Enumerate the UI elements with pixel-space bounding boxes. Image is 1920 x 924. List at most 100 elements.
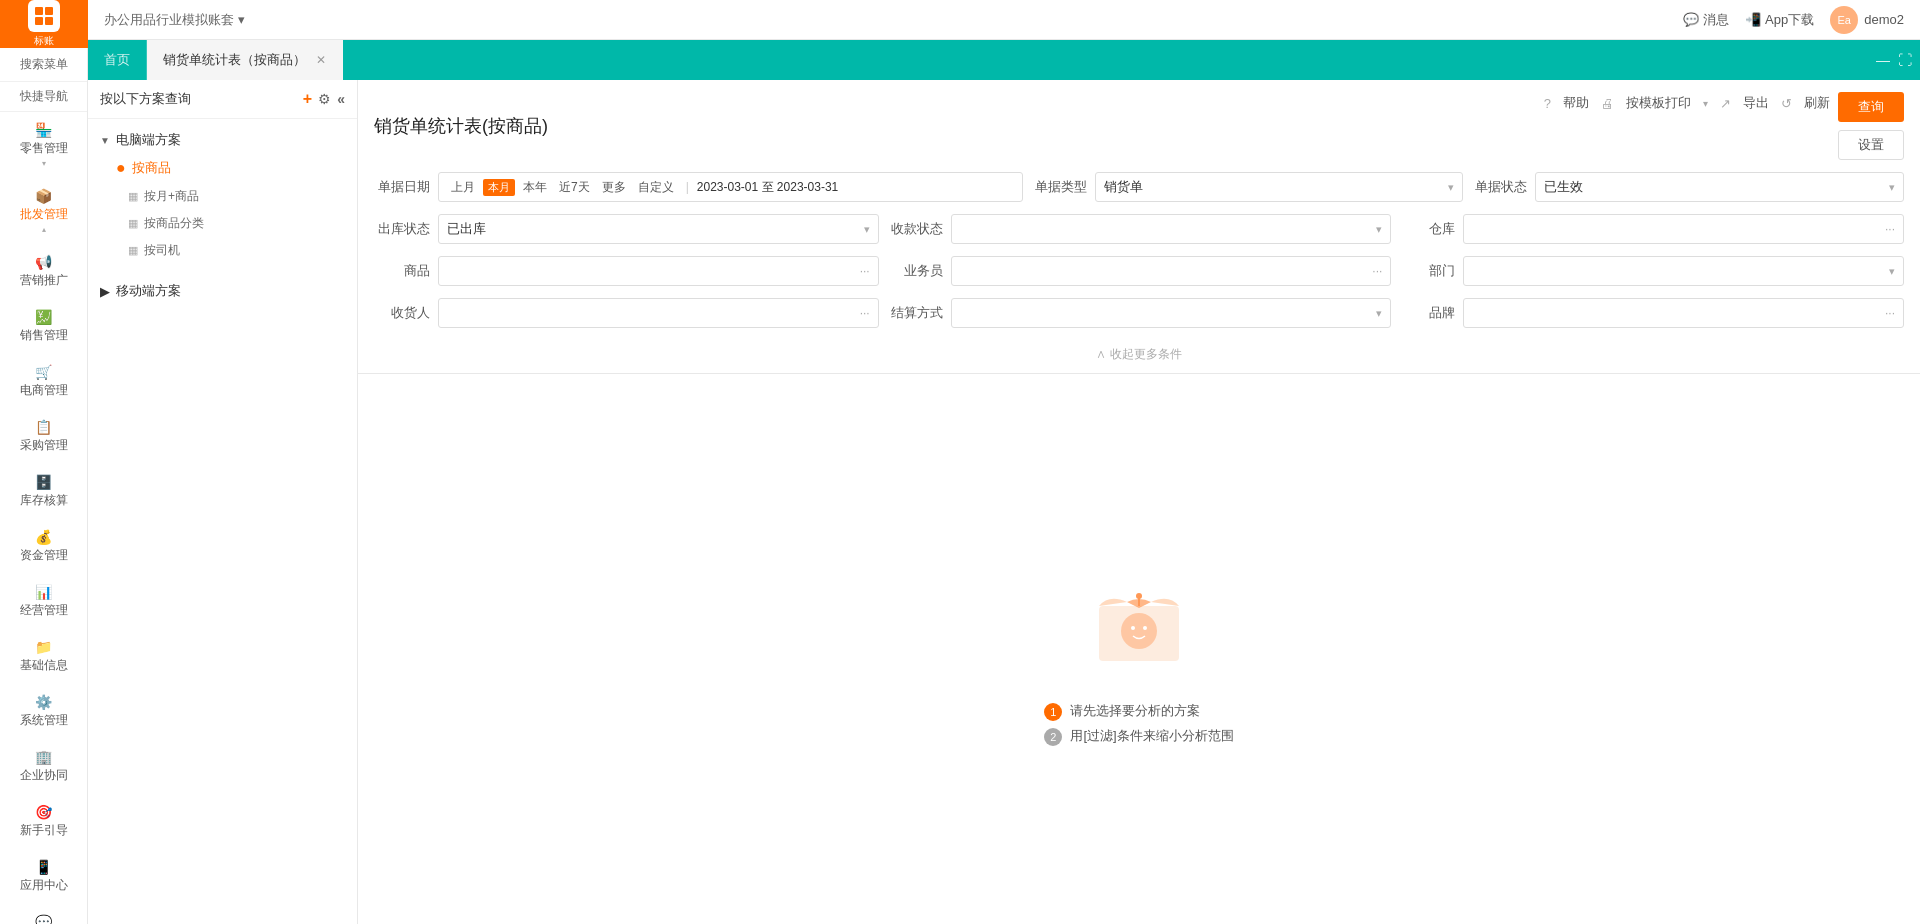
scanner-icon: ▦ <box>128 244 138 257</box>
brand-label: 品牌 <box>1399 304 1455 322</box>
collapse-panel-btn[interactable]: « <box>337 91 345 107</box>
sidebar-item-purchase[interactable]: 📋 采购管理 <box>0 409 87 464</box>
page-title: 销货单统计表(按商品) <box>374 114 548 138</box>
month-product-icon: ▦ <box>128 190 138 203</box>
add-scheme-btn[interactable]: + <box>303 90 312 108</box>
filter-row-4: 收货人 ··· 结算方式 ▾ 品牌 <box>374 298 1904 328</box>
main-area: 办公用品行业模拟账套 ▾ 💬 消息 📲 App下载 Ea demo2 首页 销货… <box>88 0 1920 924</box>
sidebar-item-marketing[interactable]: 📢 营销推广 <box>0 244 87 299</box>
user-profile[interactable]: Ea demo2 <box>1830 6 1904 34</box>
sidebar-item-retail[interactable]: 🏪 零售管理 ▾ <box>0 112 87 178</box>
sidebar-operations-label: 经营管理 <box>20 602 68 619</box>
sidebar-item-finance[interactable]: 💰 资金管理 <box>0 519 87 574</box>
sidebar-item-appcenter[interactable]: 📱 应用中心 <box>0 849 87 904</box>
date-this-month[interactable]: 本月 <box>483 179 515 196</box>
page-header: 销货单统计表(按商品) ? 帮助 🖨 按模板打印 ▾ <box>358 80 1920 374</box>
docstatus-label: 单据状态 <box>1471 178 1527 196</box>
sidebar-item-newbie[interactable]: 🎯 新手引导 <box>0 794 87 849</box>
export-btn-wrap[interactable]: ↗ 导出 <box>1720 94 1769 112</box>
industry-selector[interactable]: 办公用品行业模拟账套 ▾ <box>104 11 245 29</box>
scheme-by-category[interactable]: ▦ 按商品分类 <box>88 210 357 237</box>
app-logo[interactable]: 标账 <box>0 0 88 48</box>
delivery-input[interactable]: 已出库 ▾ <box>438 214 879 244</box>
brand-input[interactable]: ··· <box>1463 298 1904 328</box>
sidebar-search-item[interactable]: 搜索菜单 <box>0 48 87 82</box>
empty-hint-2: 2 用[过滤]条件来缩小分析范围 <box>1044 727 1233 746</box>
message-label: 消息 <box>1703 11 1729 29</box>
delivery-value: 已出库 <box>447 220 486 238</box>
search-menu-label: 搜索菜单 <box>20 57 68 71</box>
payment-input[interactable]: ▾ <box>951 214 1392 244</box>
by-product-label: 按商品 <box>132 159 171 177</box>
message-btn[interactable]: 💬 消息 <box>1683 11 1729 29</box>
sidebar-item-basic[interactable]: 📁 基础信息 <box>0 629 87 684</box>
mobile-group-header[interactable]: ▶ 移动端方案 <box>88 276 357 304</box>
date-label: 单据日期 <box>374 178 430 196</box>
sidebar-item-wechat[interactable]: 💬 企业微信 <box>0 904 87 924</box>
empty-state: 1 请先选择要分析的方案 2 用[过滤]条件来缩小分析范围 <box>358 374 1920 924</box>
settlement-label: 结算方式 <box>887 304 943 322</box>
docstatus-filter-field: 单据状态 已生效 ▾ <box>1471 172 1904 202</box>
user-name: demo2 <box>1864 12 1904 27</box>
edit-scheme-btn[interactable]: ⚙ <box>318 91 331 107</box>
salesperson-dots-icon: ··· <box>1372 264 1382 278</box>
docstatus-arrow-icon: ▾ <box>1889 181 1895 194</box>
dept-arrow-icon: ▾ <box>1889 265 1895 278</box>
top-bar-left: 办公用品行业模拟账套 ▾ <box>104 11 245 29</box>
enterprise-icon: 🏢 <box>35 749 52 765</box>
settings-button[interactable]: 设置 <box>1838 130 1904 160</box>
wechat-icon: 💬 <box>35 914 52 924</box>
sidebar-item-system[interactable]: ⚙️ 系统管理 <box>0 684 87 739</box>
app-download-btn[interactable]: 📲 App下载 <box>1745 11 1814 29</box>
tab-sales-stat-label: 销货单统计表（按商品） <box>163 51 306 69</box>
tab-close-icon[interactable]: ✕ <box>316 53 326 67</box>
download-label: App下载 <box>1765 11 1814 29</box>
sidebar-basic-label: 基础信息 <box>20 657 68 674</box>
scheme-by-scanner[interactable]: ▦ 按司机 <box>88 237 357 264</box>
scheme-by-month-product[interactable]: ▦ 按月+商品 <box>88 183 357 210</box>
brand-dots-icon: ··· <box>1885 306 1895 320</box>
salesperson-input[interactable]: ··· <box>951 256 1392 286</box>
date-7days[interactable]: 近7天 <box>555 178 594 197</box>
sidebar-item-sales[interactable]: 💹 销售管理 <box>0 299 87 354</box>
refresh-icon: ↺ <box>1781 96 1792 111</box>
sidebar-wholesale-label: 批发管理 <box>20 206 68 223</box>
date-last-month[interactable]: 上月 <box>447 178 479 197</box>
tab-maximize-icon[interactable]: ⛶ <box>1898 52 1912 68</box>
pc-group-label: 电脑端方案 <box>116 131 181 149</box>
print-btn-wrap[interactable]: 🖨 按模板打印 ▾ <box>1601 94 1708 112</box>
date-more[interactable]: 更多 <box>598 178 630 197</box>
warehouse-input[interactable]: ··· <box>1463 214 1904 244</box>
tab-sales-stat[interactable]: 销货单统计表（按商品） ✕ <box>147 40 343 80</box>
date-custom[interactable]: 自定义 <box>634 178 678 197</box>
tab-home[interactable]: 首页 <box>88 40 147 80</box>
sidebar-item-ecommerce[interactable]: 🛒 电商管理 <box>0 354 87 409</box>
recipient-label: 收货人 <box>374 304 430 322</box>
svg-point-5 <box>1121 613 1157 649</box>
dept-input[interactable]: ▾ <box>1463 256 1904 286</box>
docstatus-input[interactable]: 已生效 ▾ <box>1535 172 1904 202</box>
sidebar-item-wholesale[interactable]: 📦 批发管理 ▴ <box>0 178 87 244</box>
tab-minimize-icon[interactable]: — <box>1876 52 1890 68</box>
collapse-button[interactable]: ∧ 收起更多条件 <box>1096 347 1181 361</box>
query-button[interactable]: 查询 <box>1838 92 1904 122</box>
sidebar-item-operations[interactable]: 📊 经营管理 <box>0 574 87 629</box>
product-input[interactable]: ··· <box>438 256 879 286</box>
refresh-btn-wrap[interactable]: ↺ 刷新 <box>1781 94 1830 112</box>
scheme-by-product[interactable]: ● 按商品 <box>88 153 357 183</box>
help-label[interactable]: 帮助 <box>1563 94 1589 112</box>
date-divider: | <box>686 180 689 194</box>
sidebar-item-inventory[interactable]: 🗄️ 库存核算 <box>0 464 87 519</box>
pc-group-header[interactable]: ▼ 电脑端方案 <box>88 125 357 153</box>
settlement-input[interactable]: ▾ <box>951 298 1392 328</box>
date-this-year[interactable]: 本年 <box>519 178 551 197</box>
sidebar-item-enterprise[interactable]: 🏢 企业协同 <box>0 739 87 794</box>
sidebar-enterprise-label: 企业协同 <box>20 767 68 784</box>
print-label: 按模板打印 <box>1626 94 1691 112</box>
sidebar-quicknav-item[interactable]: 快捷导航 <box>0 82 87 112</box>
date-range-input[interactable]: 上月 本月 本年 近7天 更多 自定义 | 2023-03-01 至 2023-… <box>438 172 1023 202</box>
filter-panel: 按以下方案查询 + ⚙ « ▼ 电脑端方案 ● 按商品 ▦ <box>88 80 358 924</box>
recipient-input[interactable]: ··· <box>438 298 879 328</box>
doctype-input[interactable]: 销货单 ▾ <box>1095 172 1464 202</box>
doctype-filter-field: 单据类型 销货单 ▾ <box>1031 172 1464 202</box>
